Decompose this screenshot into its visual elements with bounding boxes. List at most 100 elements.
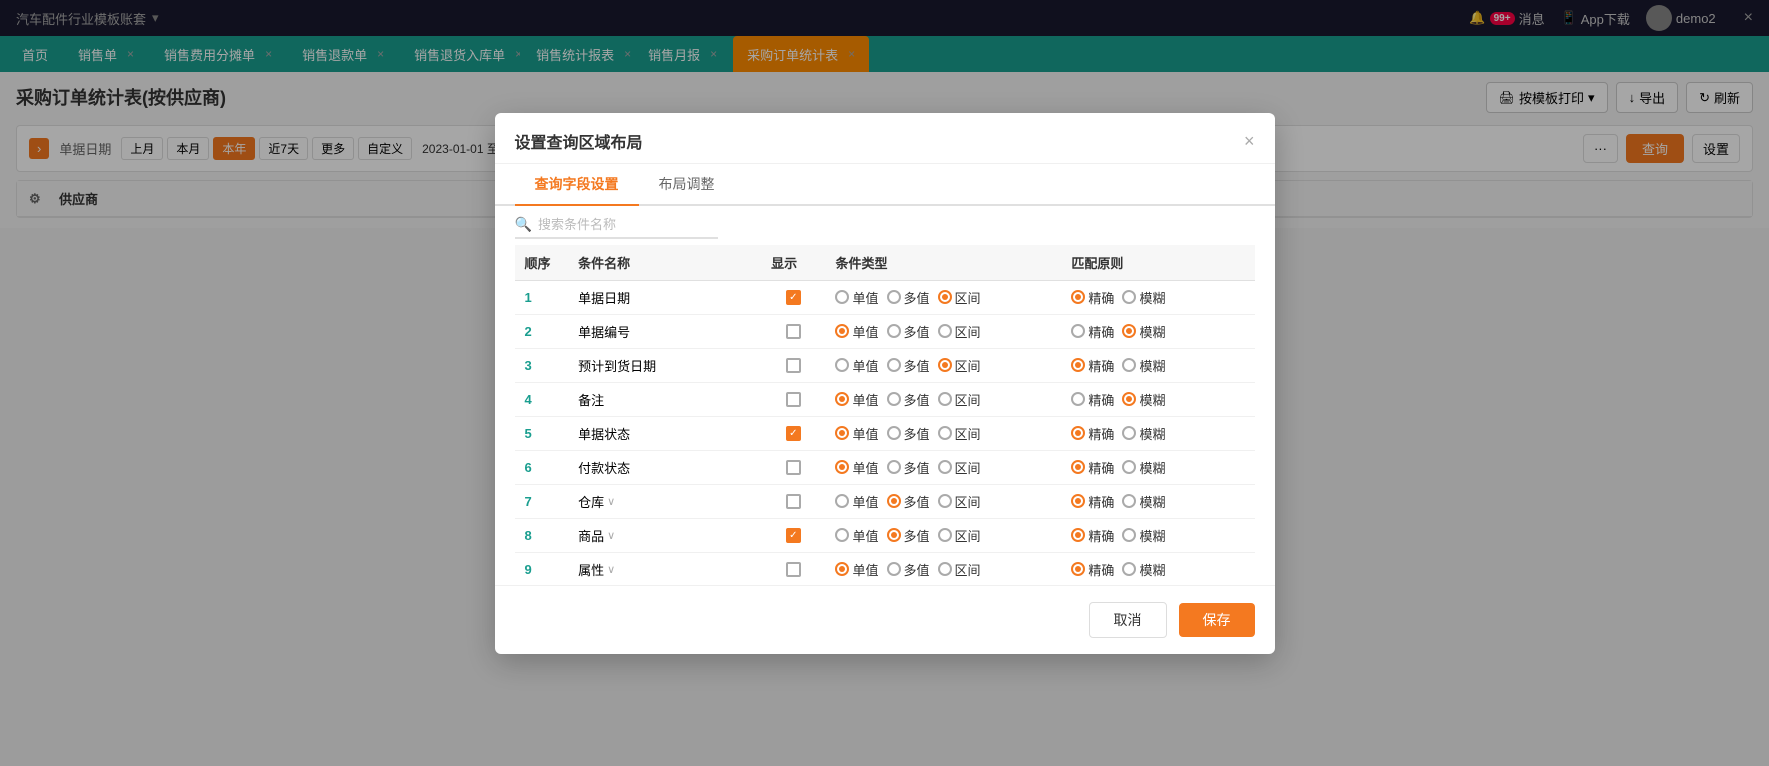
type-radio-多值[interactable]: 多值	[887, 424, 930, 443]
th-order: 顺序	[515, 245, 569, 281]
type-radio-单值[interactable]: 单值	[835, 458, 878, 477]
match-radio-精确[interactable]: 精确	[1071, 458, 1114, 477]
type-radio-区间[interactable]: 区间	[938, 526, 981, 545]
type-radio-单值[interactable]: 单值	[835, 356, 878, 375]
radio-circle	[938, 460, 952, 474]
save-btn[interactable]: 保存	[1179, 603, 1255, 637]
row-display[interactable]	[761, 416, 825, 450]
type-radio-区间[interactable]: 区间	[938, 424, 981, 443]
match-radio-模糊[interactable]: 模糊	[1122, 458, 1165, 477]
type-radio-单值[interactable]: 单值	[835, 424, 878, 443]
table-row: 6付款状态 单值 多值 区间 精确 模糊	[515, 450, 1255, 484]
type-radio-区间[interactable]: 区间	[938, 322, 981, 341]
row-type: 单值 多值 区间	[825, 280, 1061, 314]
display-checkbox[interactable]	[786, 460, 801, 475]
display-checkbox[interactable]	[786, 358, 801, 373]
radio-circle	[1071, 528, 1085, 542]
match-radio-精确[interactable]: 精确	[1071, 424, 1114, 443]
radio-circle	[1122, 562, 1136, 576]
type-radio-单值[interactable]: 单值	[835, 390, 878, 409]
modal-tab-fields[interactable]: 查询字段设置	[515, 164, 639, 206]
type-radio-区间[interactable]: 区间	[938, 288, 981, 307]
th-name: 条件名称	[568, 245, 761, 281]
th-display: 显示	[761, 245, 825, 281]
row-display[interactable]	[761, 450, 825, 484]
table-row: 5单据状态 单值 多值 区间 精确 模糊	[515, 416, 1255, 450]
type-radio-单值[interactable]: 单值	[835, 492, 878, 511]
type-radio-区间[interactable]: 区间	[938, 356, 981, 375]
type-radio-多值[interactable]: 多值	[887, 288, 930, 307]
match-radio-精确[interactable]: 精确	[1071, 526, 1114, 545]
row-display[interactable]	[761, 314, 825, 348]
table-row: 1单据日期 单值 多值 区间 精确 模糊	[515, 280, 1255, 314]
type-radio-区间[interactable]: 区间	[938, 390, 981, 409]
display-checkbox[interactable]	[786, 562, 801, 577]
type-radio-多值[interactable]: 多值	[887, 526, 930, 545]
radio-circle	[1071, 392, 1085, 406]
row-type: 单值 多值 区间	[825, 314, 1061, 348]
type-radio-区间[interactable]: 区间	[938, 458, 981, 477]
match-radio-模糊[interactable]: 模糊	[1122, 526, 1165, 545]
table-row: 9属性 ∨ 单值 多值 区间 精确 模糊	[515, 552, 1255, 585]
type-radio-单值[interactable]: 单值	[835, 322, 878, 341]
match-radio-模糊[interactable]: 模糊	[1122, 390, 1165, 409]
type-radio-多值[interactable]: 多值	[887, 356, 930, 375]
display-checkbox[interactable]	[786, 324, 801, 339]
match-radio-模糊[interactable]: 模糊	[1122, 356, 1165, 375]
type-radio-区间[interactable]: 区间	[938, 560, 981, 579]
radio-circle	[1122, 460, 1136, 474]
row-display[interactable]	[761, 382, 825, 416]
match-radio-模糊[interactable]: 模糊	[1122, 424, 1165, 443]
radio-circle	[887, 494, 901, 508]
row-name: 商品 ∨	[568, 518, 761, 552]
type-radio-区间[interactable]: 区间	[938, 492, 981, 511]
row-order: 7	[515, 484, 569, 518]
type-radio-多值[interactable]: 多值	[887, 322, 930, 341]
type-radio-单值[interactable]: 单值	[835, 526, 878, 545]
match-radio-精确[interactable]: 精确	[1071, 322, 1114, 341]
row-type: 单值 多值 区间	[825, 416, 1061, 450]
row-order: 8	[515, 518, 569, 552]
match-radio-精确[interactable]: 精确	[1071, 390, 1114, 409]
row-display[interactable]	[761, 280, 825, 314]
match-radio-模糊[interactable]: 模糊	[1122, 492, 1165, 511]
chevron-icon: ∨	[607, 563, 615, 576]
table-row: 4备注 单值 多值 区间 精确 模糊	[515, 382, 1255, 416]
row-match: 精确 模糊	[1061, 484, 1254, 518]
modal-search-input[interactable]	[538, 217, 718, 232]
modal-tab-layout[interactable]: 布局调整	[639, 164, 735, 206]
display-checkbox[interactable]	[786, 528, 801, 543]
type-radio-多值[interactable]: 多值	[887, 390, 930, 409]
row-name: 单据日期	[568, 280, 761, 314]
radio-circle	[938, 562, 952, 576]
type-radio-多值[interactable]: 多值	[887, 492, 930, 511]
radio-circle	[887, 528, 901, 542]
row-name: 付款状态	[568, 450, 761, 484]
match-radio-精确[interactable]: 精确	[1071, 492, 1114, 511]
row-display[interactable]	[761, 484, 825, 518]
row-type: 单值 多值 区间	[825, 348, 1061, 382]
match-radio-精确[interactable]: 精确	[1071, 356, 1114, 375]
modal-close-btn[interactable]: ×	[1244, 132, 1255, 150]
row-display[interactable]	[761, 348, 825, 382]
display-checkbox[interactable]	[786, 392, 801, 407]
type-radio-单值[interactable]: 单值	[835, 288, 878, 307]
radio-circle	[887, 392, 901, 406]
display-checkbox[interactable]	[786, 494, 801, 509]
match-radio-精确[interactable]: 精确	[1071, 288, 1114, 307]
match-radio-模糊[interactable]: 模糊	[1122, 322, 1165, 341]
type-radio-单值[interactable]: 单值	[835, 560, 878, 579]
modal-tab-layout-label: 布局调整	[659, 176, 715, 192]
row-display[interactable]	[761, 518, 825, 552]
type-radio-多值[interactable]: 多值	[887, 560, 930, 579]
radio-circle	[835, 460, 849, 474]
match-radio-模糊[interactable]: 模糊	[1122, 288, 1165, 307]
cancel-btn[interactable]: 取消	[1089, 602, 1167, 638]
row-display[interactable]	[761, 552, 825, 585]
match-radio-精确[interactable]: 精确	[1071, 560, 1114, 579]
match-radio-模糊[interactable]: 模糊	[1122, 560, 1165, 579]
row-match: 精确 模糊	[1061, 314, 1254, 348]
display-checkbox[interactable]	[786, 290, 801, 305]
type-radio-多值[interactable]: 多值	[887, 458, 930, 477]
display-checkbox[interactable]	[786, 426, 801, 441]
